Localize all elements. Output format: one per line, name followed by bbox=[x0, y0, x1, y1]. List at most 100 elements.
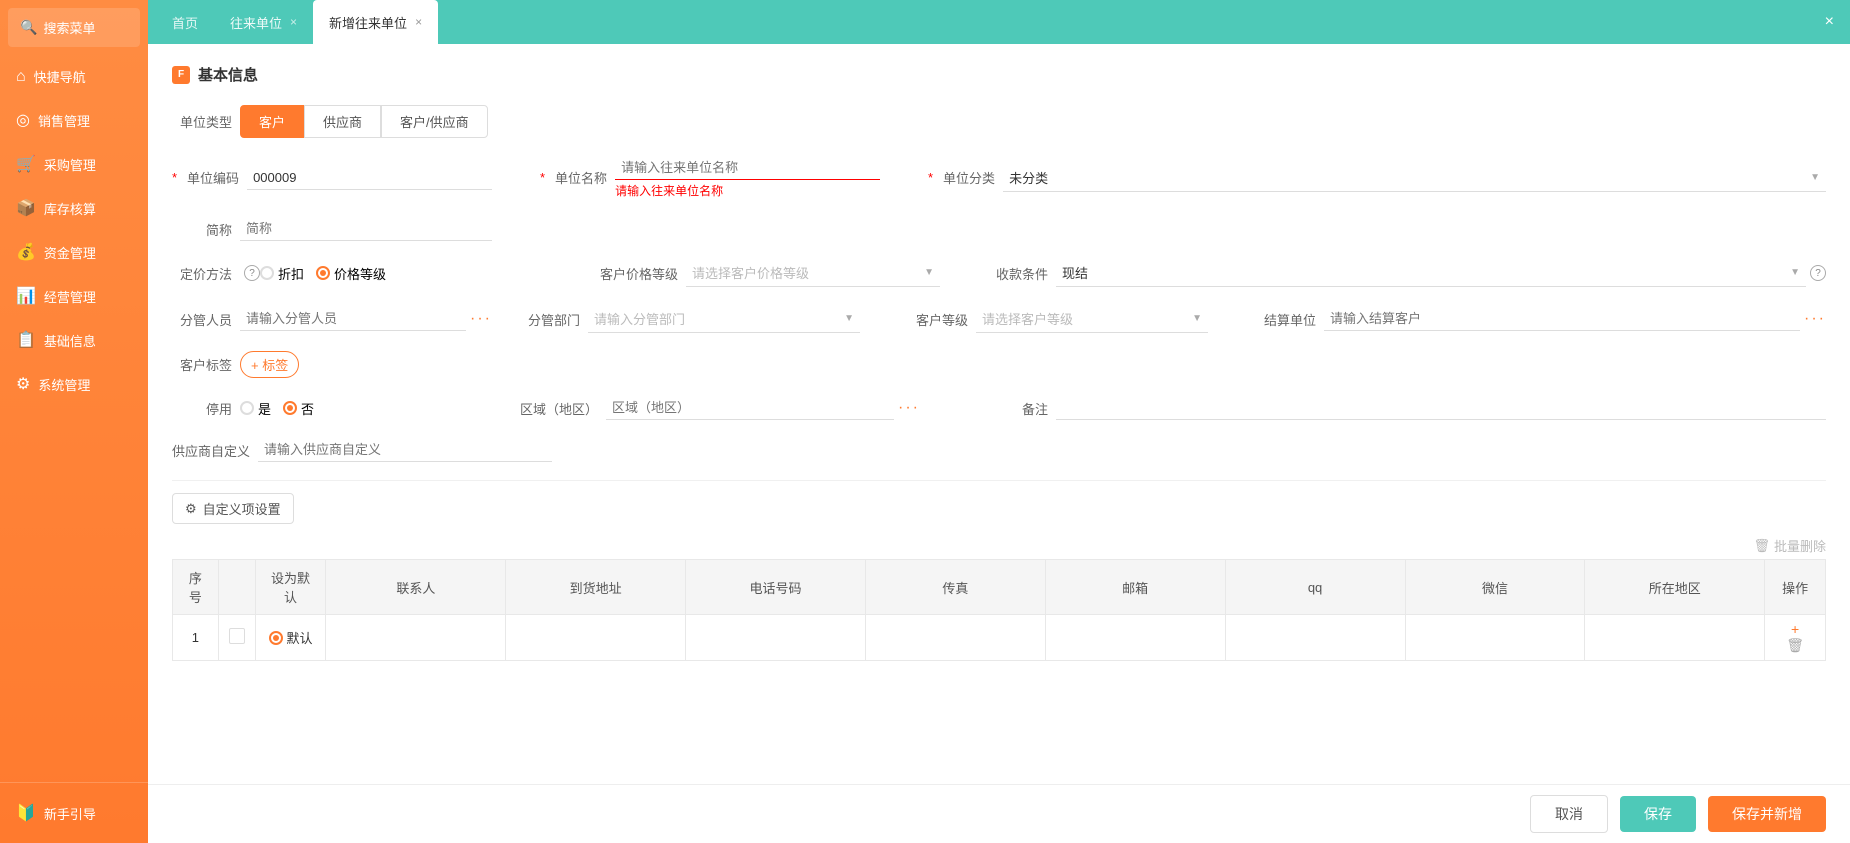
sidebar-item-operations[interactable]: 📊 经营管理 bbox=[0, 274, 148, 318]
sidebar-item-label: 资金管理 bbox=[44, 243, 96, 262]
tab-partners-close[interactable]: × bbox=[290, 15, 297, 29]
customer-level-label: 客户等级 bbox=[908, 310, 968, 329]
wechat-input[interactable] bbox=[1416, 630, 1575, 645]
cell-address[interactable] bbox=[506, 615, 686, 661]
disabled-group: 停用 是 否 bbox=[172, 399, 472, 418]
tab-new-partner-label: 新增往来单位 bbox=[329, 13, 407, 32]
batch-delete-area: 🗑 批量删除 bbox=[172, 536, 1826, 555]
add-row-icon[interactable]: + bbox=[1791, 621, 1799, 637]
cell-phone[interactable] bbox=[686, 615, 866, 661]
default-radio[interactable] bbox=[269, 631, 283, 645]
sidebar-item-purchase[interactable]: 🛒 采购管理 bbox=[0, 142, 148, 186]
batch-delete-label[interactable]: 批量删除 bbox=[1774, 536, 1826, 555]
unit-name-label: 单位名称 bbox=[547, 168, 607, 187]
customer-level-select[interactable]: 请选择客户等级 ▼ bbox=[976, 305, 1208, 333]
sidebar-item-label: 基础信息 bbox=[44, 331, 96, 350]
section-icon: F bbox=[172, 66, 190, 84]
tab-new-partner-close[interactable]: × bbox=[415, 15, 422, 29]
qq-input[interactable] bbox=[1236, 630, 1395, 645]
type-btn-supplier[interactable]: 供应商 bbox=[304, 105, 381, 138]
tab-bar-close[interactable]: × bbox=[1817, 13, 1842, 31]
payment-help-icon[interactable]: ? bbox=[1810, 265, 1826, 281]
department-select[interactable]: 请输入分管部门 ▼ bbox=[588, 305, 860, 333]
cell-checkbox[interactable] bbox=[218, 615, 255, 661]
tab-new-partner[interactable]: 新增往来单位 × bbox=[313, 0, 438, 44]
cell-fax[interactable] bbox=[865, 615, 1045, 661]
disabled-label: 停用 bbox=[172, 399, 232, 418]
pricing-level-radio[interactable] bbox=[316, 266, 330, 280]
default-radio-option[interactable]: 默认 bbox=[266, 628, 316, 647]
customer-price-level-select[interactable]: 请选择客户价格等级 ▼ bbox=[686, 259, 940, 287]
operations-icon: 📊 bbox=[16, 286, 36, 306]
unit-category-group: * 单位分类 未分类 ▼ bbox=[928, 164, 1826, 192]
table-header-row: 序号 设为默认 联系人 到货地址 电话号码 传真 邮箱 qq 微信 所在地区 操… bbox=[173, 560, 1826, 615]
pricing-level-label: 价格等级 bbox=[334, 264, 386, 283]
sidebar-search[interactable]: 🔍 搜索菜单 bbox=[8, 8, 140, 47]
main-area: 首页 往来单位 × 新增往来单位 × × F 基本信息 单位类型 客户 供应商 … bbox=[148, 0, 1850, 843]
disabled-yes-radio[interactable] bbox=[240, 401, 254, 415]
chevron-down-icon3: ▼ bbox=[1790, 267, 1800, 278]
custom-settings-btn[interactable]: ⚙ 自定义项设置 bbox=[172, 493, 294, 524]
pricing-level-option[interactable]: 价格等级 bbox=[316, 264, 386, 283]
sidebar-item-label: 经营管理 bbox=[44, 287, 96, 306]
save-button[interactable]: 保存 bbox=[1620, 796, 1696, 832]
cell-region[interactable] bbox=[1585, 615, 1765, 661]
manager-group: 分管人员 ··· bbox=[172, 307, 492, 331]
short-name-input[interactable] bbox=[240, 217, 492, 241]
address-input[interactable] bbox=[516, 630, 675, 645]
type-btn-customer[interactable]: 客户 bbox=[240, 105, 304, 138]
note-input[interactable] bbox=[1056, 396, 1826, 420]
sidebar-item-label: 快捷导航 bbox=[34, 67, 86, 86]
region-input[interactable] bbox=[606, 396, 894, 420]
fax-input[interactable] bbox=[876, 630, 1035, 645]
contact-input[interactable] bbox=[336, 630, 495, 645]
email-input[interactable] bbox=[1056, 630, 1215, 645]
manager-input[interactable] bbox=[240, 307, 466, 331]
cancel-button[interactable]: 取消 bbox=[1530, 795, 1608, 833]
sidebar-item-system[interactable]: ⚙ 系统管理 bbox=[0, 362, 148, 406]
delete-row-icon[interactable]: 🗑 bbox=[1786, 637, 1804, 653]
pricing-discount-radio[interactable] bbox=[260, 266, 274, 280]
chevron-down-icon4: ▼ bbox=[844, 313, 854, 324]
sidebar-item-sales[interactable]: ◎ 销售管理 bbox=[0, 98, 148, 142]
cell-contact[interactable] bbox=[326, 615, 506, 661]
manager-more-btn[interactable]: ··· bbox=[470, 310, 492, 328]
settlement-more-btn[interactable]: ··· bbox=[1804, 310, 1826, 328]
sidebar-item-finance[interactable]: 💰 资金管理 bbox=[0, 230, 148, 274]
customer-price-level-label: 客户价格等级 bbox=[600, 264, 678, 283]
disabled-yes-option[interactable]: 是 bbox=[240, 399, 271, 418]
unit-code-input[interactable] bbox=[247, 166, 492, 190]
section-header: F 基本信息 bbox=[172, 64, 1826, 85]
region-more-btn[interactable]: ··· bbox=[898, 399, 920, 417]
unit-category-select[interactable]: 未分类 ▼ bbox=[1003, 164, 1826, 192]
disabled-no-radio[interactable] bbox=[283, 401, 297, 415]
type-btn-both[interactable]: 客户/供应商 bbox=[381, 105, 488, 138]
save-new-button[interactable]: 保存并新增 bbox=[1708, 796, 1826, 832]
supplier-custom-input[interactable] bbox=[258, 438, 552, 462]
home-icon: ⌂ bbox=[16, 68, 26, 86]
sidebar-item-basic-info[interactable]: 📋 基础信息 bbox=[0, 318, 148, 362]
pricing-label: 定价方法 bbox=[172, 264, 232, 283]
cell-qq[interactable] bbox=[1225, 615, 1405, 661]
sidebar-item-quick-nav[interactable]: ⌂ 快捷导航 bbox=[0, 55, 148, 98]
footer-bar: 取消 保存 保存并新增 bbox=[148, 784, 1850, 843]
settlement-input[interactable] bbox=[1324, 307, 1800, 331]
section-title: 基本信息 bbox=[198, 64, 258, 85]
sidebar-item-guide[interactable]: 🔰 新手引导 bbox=[0, 791, 148, 835]
disabled-no-option[interactable]: 否 bbox=[283, 399, 314, 418]
tag-add-btn[interactable]: + 标签 bbox=[240, 351, 299, 378]
cell-wechat[interactable] bbox=[1405, 615, 1585, 661]
payment-condition-select[interactable]: 现结 ▼ bbox=[1056, 259, 1806, 287]
tab-partners[interactable]: 往来单位 × bbox=[214, 0, 313, 44]
disabled-row: 停用 是 否 区域（地区） ··· bbox=[172, 396, 1826, 420]
tab-home[interactable]: 首页 bbox=[156, 0, 214, 44]
unit-code-group: * 单位编码 bbox=[172, 166, 492, 190]
pricing-discount-option[interactable]: 折扣 bbox=[260, 264, 304, 283]
sidebar-item-inventory[interactable]: 📦 库存核算 bbox=[0, 186, 148, 230]
unit-name-input[interactable] bbox=[615, 156, 880, 180]
cell-email[interactable] bbox=[1045, 615, 1225, 661]
pricing-help-icon[interactable]: ? bbox=[244, 265, 260, 281]
row-region-input[interactable] bbox=[1595, 630, 1754, 645]
contacts-table: 序号 设为默认 联系人 到货地址 电话号码 传真 邮箱 qq 微信 所在地区 操… bbox=[172, 559, 1826, 661]
phone-input[interactable] bbox=[696, 630, 855, 645]
